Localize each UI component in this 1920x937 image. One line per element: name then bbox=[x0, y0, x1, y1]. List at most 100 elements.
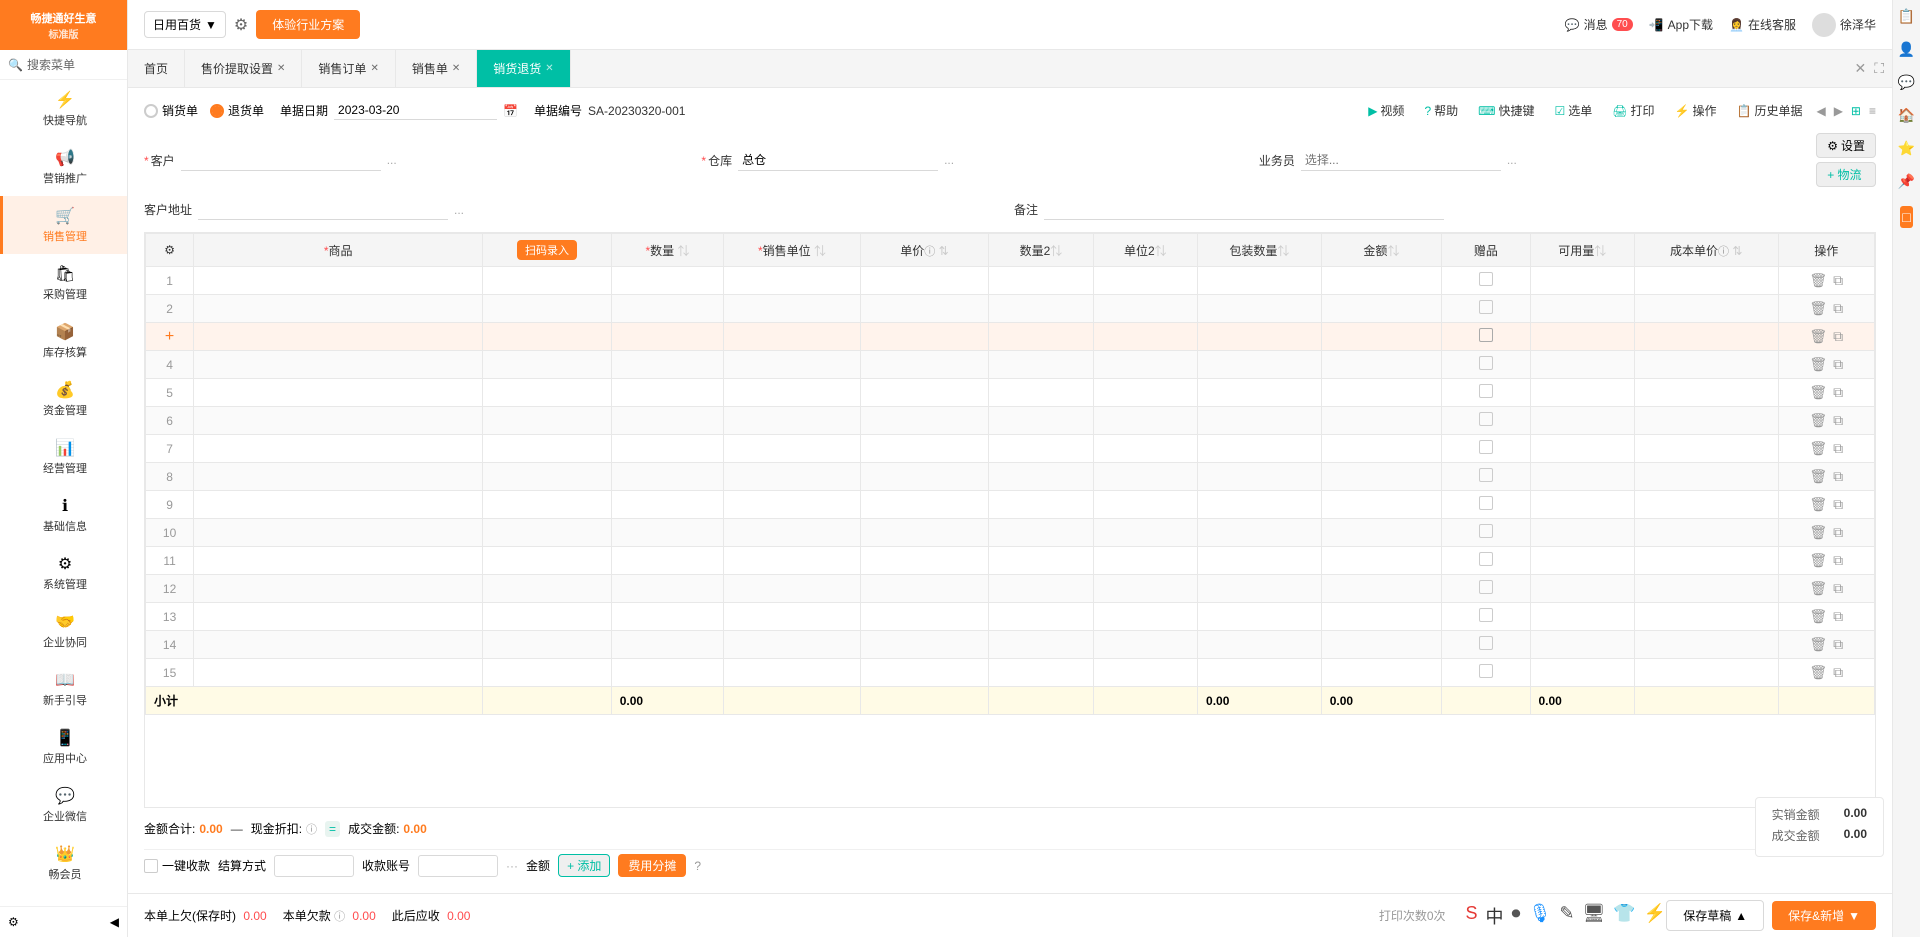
product-cell[interactable] bbox=[194, 295, 483, 323]
tab-close-icon[interactable]: ✕ bbox=[370, 63, 378, 74]
delete-icon[interactable]: 🗑 bbox=[1809, 524, 1827, 541]
tool-icon-4[interactable]: 🎙 bbox=[1529, 903, 1552, 929]
radio-sale[interactable]: 销货单 bbox=[144, 102, 198, 119]
arrow-left-icon[interactable]: ◀ bbox=[1816, 104, 1825, 118]
delete-icon[interactable]: 🗑 bbox=[1809, 356, 1827, 373]
gift-checkbox[interactable] bbox=[1479, 580, 1493, 594]
copy-icon[interactable]: ⧉ bbox=[1833, 636, 1843, 653]
help-btn[interactable]: ? 帮助 bbox=[1418, 100, 1464, 121]
gift-cell[interactable] bbox=[1442, 491, 1530, 519]
copy-icon[interactable]: ⧉ bbox=[1833, 552, 1843, 569]
expand-icon[interactable]: ⛶ bbox=[1874, 60, 1884, 77]
product-cell[interactable] bbox=[194, 519, 483, 547]
product-cell[interactable] bbox=[194, 435, 483, 463]
product-cell[interactable] bbox=[194, 603, 483, 631]
rs-icon-4[interactable]: 🏠 bbox=[1898, 107, 1915, 124]
product-cell[interactable] bbox=[194, 491, 483, 519]
delete-icon[interactable]: 🗑 bbox=[1809, 272, 1827, 289]
address-input[interactable] bbox=[198, 199, 448, 220]
sidebar-item-sales[interactable]: 🛒 销售管理 bbox=[0, 196, 127, 254]
amount-dots[interactable]: ··· bbox=[506, 859, 518, 873]
gift-checkbox[interactable] bbox=[1479, 608, 1493, 622]
arrow-right-icon[interactable]: ▶ bbox=[1834, 104, 1843, 118]
sidebar-item-member[interactable]: 👑 畅会员 bbox=[0, 834, 127, 892]
gift-cell[interactable] bbox=[1442, 547, 1530, 575]
scan-btn[interactable]: 扫码录入 bbox=[517, 240, 577, 260]
grid-icon[interactable]: ⊞ bbox=[1851, 104, 1861, 118]
gift-checkbox[interactable] bbox=[1479, 664, 1493, 678]
col-scan[interactable]: 扫码录入 bbox=[483, 234, 611, 267]
online-service-btn[interactable]: 👩‍💼 在线客服 bbox=[1729, 16, 1796, 33]
product-cell[interactable] bbox=[194, 351, 483, 379]
tool-icon-2[interactable]: 中 bbox=[1486, 903, 1504, 929]
gift-checkbox[interactable] bbox=[1479, 272, 1493, 286]
close-tab-icon[interactable]: ✕ bbox=[1854, 60, 1866, 77]
copy-icon[interactable]: ⧉ bbox=[1833, 468, 1843, 485]
gift-cell[interactable] bbox=[1442, 463, 1530, 491]
gift-checkbox[interactable] bbox=[1479, 468, 1493, 482]
sidebar-item-appcenter[interactable]: 📱 应用中心 bbox=[0, 718, 127, 776]
print-btn[interactable]: 🖨 打印 bbox=[1606, 100, 1660, 121]
copy-icon[interactable]: ⧉ bbox=[1833, 664, 1843, 681]
tool-icon-3[interactable]: ⏺ bbox=[1512, 903, 1521, 929]
product-cell[interactable] bbox=[194, 463, 483, 491]
warehouse-input[interactable] bbox=[738, 150, 938, 171]
gift-cell[interactable] bbox=[1442, 351, 1530, 379]
sidebar-item-quicknav[interactable]: ⚡ 快捷导航 bbox=[0, 80, 127, 138]
product-input[interactable] bbox=[200, 330, 476, 344]
address-dots[interactable]: ... bbox=[454, 203, 464, 217]
copy-icon[interactable]: ⧉ bbox=[1833, 496, 1843, 513]
delete-icon[interactable]: 🗑 bbox=[1809, 440, 1827, 457]
gift-checkbox[interactable] bbox=[1479, 440, 1493, 454]
product-cell[interactable] bbox=[194, 631, 483, 659]
gift-checkbox[interactable] bbox=[1479, 356, 1493, 370]
tab-close-icon[interactable]: ✕ bbox=[452, 63, 460, 74]
copy-icon[interactable]: ⧉ bbox=[1833, 356, 1843, 373]
tool-icon-8[interactable]: ⚡ bbox=[1644, 903, 1666, 929]
delete-icon[interactable]: 🗑 bbox=[1809, 468, 1827, 485]
rs-icon-5[interactable]: ⭐ bbox=[1898, 140, 1915, 157]
operate-btn[interactable]: ⚡ 操作 bbox=[1669, 100, 1723, 121]
topbar-gear-icon[interactable]: ⚙ bbox=[234, 15, 248, 35]
product-cell[interactable] bbox=[194, 407, 483, 435]
gift-cell[interactable] bbox=[1442, 603, 1530, 631]
list-icon[interactable]: ≡ bbox=[1869, 104, 1876, 118]
app-download-btn[interactable]: 📲 App下载 bbox=[1649, 16, 1713, 33]
tab-home[interactable]: 首页 bbox=[128, 50, 185, 87]
sidebar-item-operations[interactable]: 📊 经营管理 bbox=[0, 428, 127, 486]
gift-checkbox[interactable] bbox=[1479, 496, 1493, 510]
copy-icon[interactable]: ⧉ bbox=[1833, 608, 1843, 625]
delete-icon[interactable]: 🗑 bbox=[1809, 412, 1827, 429]
save-draft-btn[interactable]: 保存草稿 ▲ bbox=[1666, 900, 1764, 931]
gift-checkbox[interactable] bbox=[1479, 552, 1493, 566]
select-btn[interactable]: ☑ 选单 bbox=[1548, 100, 1598, 121]
delete-icon[interactable]: 🗑 bbox=[1809, 328, 1827, 345]
sidebar-item-finance[interactable]: 💰 资金管理 bbox=[0, 370, 127, 428]
delete-icon[interactable]: 🗑 bbox=[1809, 552, 1827, 569]
product-cell[interactable] bbox=[194, 267, 483, 295]
copy-icon[interactable]: ⧉ bbox=[1833, 440, 1843, 457]
delete-icon[interactable]: 🗑 bbox=[1809, 496, 1827, 513]
tool-icon-7[interactable]: 👕 bbox=[1613, 903, 1635, 929]
delete-icon[interactable]: 🗑 bbox=[1809, 608, 1827, 625]
industry-selector[interactable]: 日用百货 ▼ bbox=[144, 11, 226, 38]
col-settings[interactable]: ⚙ bbox=[146, 234, 194, 267]
message-btn[interactable]: 💬 消息 70 bbox=[1565, 16, 1633, 33]
tool-icon-6[interactable]: 🖥 bbox=[1582, 903, 1605, 929]
customer-input[interactable] bbox=[181, 150, 381, 171]
settings-icon[interactable]: ⚙ bbox=[8, 915, 19, 929]
gift-cell[interactable] bbox=[1442, 295, 1530, 323]
tab-price-extract[interactable]: 售价提取设置 ✕ bbox=[185, 50, 302, 87]
gift-cell[interactable] bbox=[1442, 407, 1530, 435]
gift-checkbox[interactable] bbox=[1479, 328, 1493, 342]
delete-icon[interactable]: 🗑 bbox=[1809, 580, 1827, 597]
sidebar-item-newuser[interactable]: 📖 新手引导 bbox=[0, 660, 127, 718]
gift-cell[interactable] bbox=[1442, 323, 1530, 351]
gift-cell[interactable] bbox=[1442, 519, 1530, 547]
user-info[interactable]: 徐泽华 bbox=[1812, 13, 1876, 37]
copy-icon[interactable]: ⧉ bbox=[1833, 328, 1843, 345]
tab-close-icon[interactable]: ✕ bbox=[545, 63, 553, 74]
sidebar-item-purchase[interactable]: 🛍 采购管理 bbox=[0, 254, 127, 312]
delete-icon[interactable]: 🗑 bbox=[1809, 300, 1827, 317]
tool-icon-5[interactable]: ✎ bbox=[1559, 903, 1574, 929]
